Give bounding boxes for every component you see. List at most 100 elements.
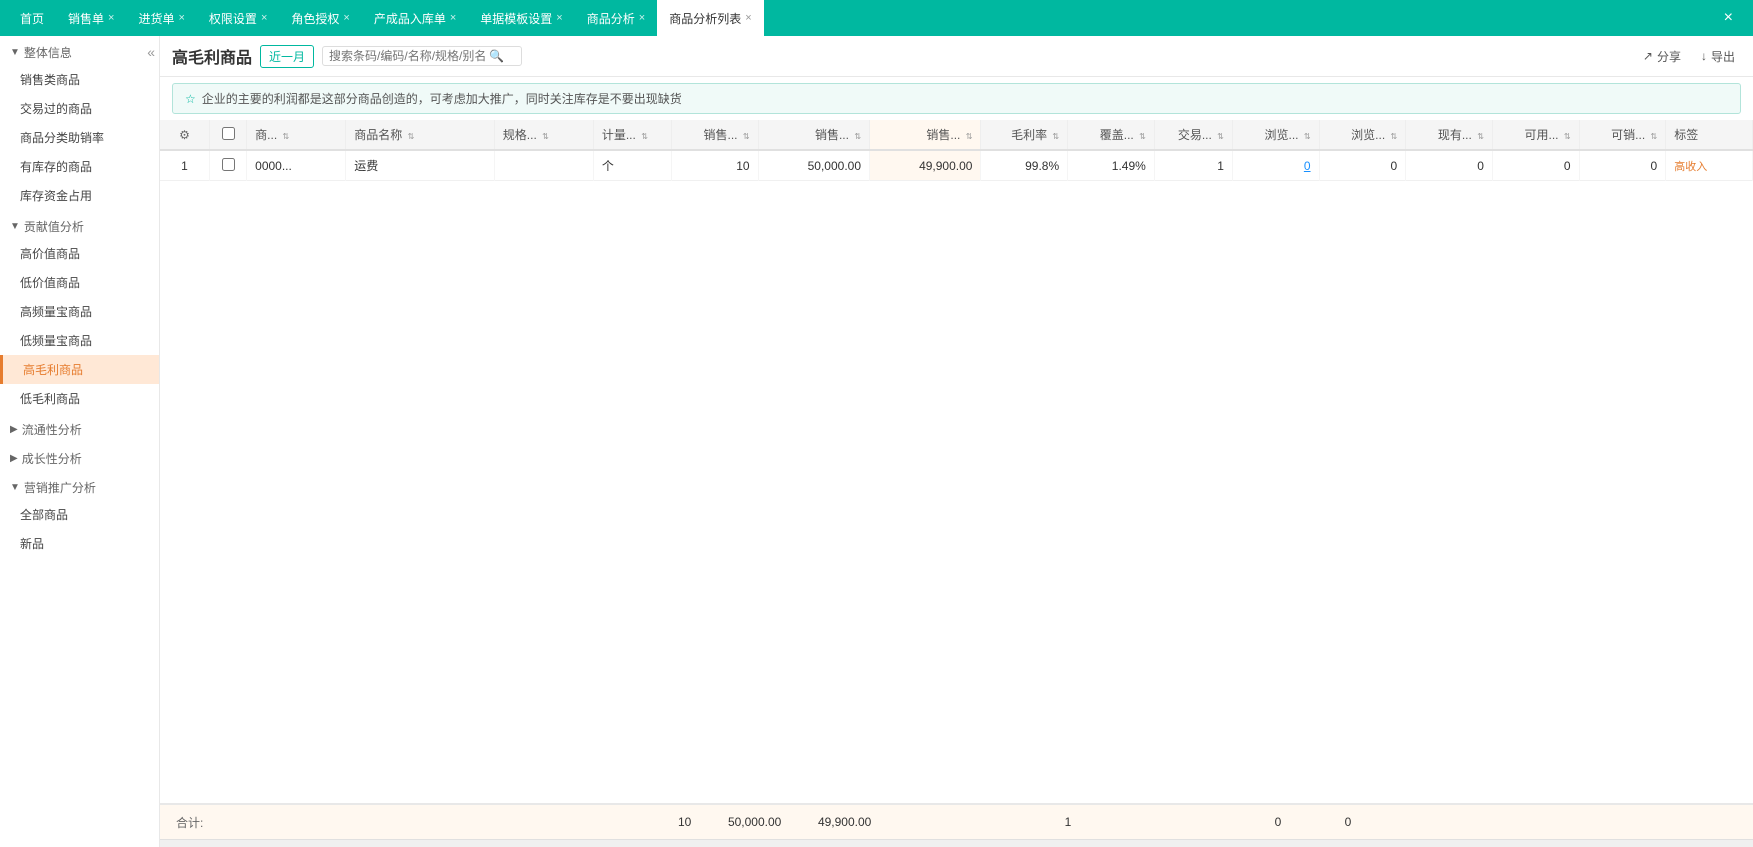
footer-summary: 合计: 10 50,000.00 49,900.00 1 0 0 — [160, 803, 1753, 839]
group-arrow-liquidity: ▶ — [10, 424, 18, 435]
sidebar-group-growth[interactable]: ▶ 成长性分析 — [0, 442, 159, 471]
sidebar-collapse-btn[interactable]: « — [147, 44, 155, 60]
nav-global-close[interactable]: × — [1712, 9, 1745, 27]
top-nav: 首页 销售单 × 进货单 × 权限设置 × 角色授权 × 产成品入库单 × 单据… — [0, 0, 1753, 36]
nav-template-settings[interactable]: 单据模板设置 × — [468, 0, 574, 36]
th-code[interactable]: 商... ⇅ — [247, 120, 346, 150]
sidebar-item-high-margin[interactable]: 高毛利商品 — [0, 355, 159, 384]
th-sale2[interactable]: 可销... ⇅ — [1579, 120, 1666, 150]
th-sale-cost[interactable]: 销售... ⇅ — [870, 120, 981, 150]
th-name[interactable]: 商品名称 ⇅ — [346, 120, 495, 150]
cell-sale-amt: 50,000.00 — [758, 150, 869, 181]
nav-close-analysis-list[interactable]: × — [745, 12, 751, 24]
footer-sale-cost: 49,900.00 — [789, 815, 879, 829]
cell-check[interactable] — [210, 150, 247, 181]
select-all-checkbox[interactable] — [222, 127, 235, 140]
sidebar-item-low-value[interactable]: 低价值商品 — [0, 268, 159, 297]
content-header: 高毛利商品 近一月 🔍 ↗ 分享 ↓ 导出 — [160, 36, 1753, 77]
nav-product-analysis[interactable]: 商品分析 × — [575, 0, 657, 36]
cell-stock1: 0 — [1406, 150, 1493, 181]
sidebar-item-low-freq-treasure[interactable]: 低频量宝商品 — [0, 326, 159, 355]
sidebar-item-low-margin[interactable]: 低毛利商品 — [0, 384, 159, 413]
share-button[interactable]: ↗ 分享 — [1637, 46, 1687, 67]
sidebar-item-high-freq-treasure[interactable]: 高频量宝商品 — [0, 297, 159, 326]
nav-close-analysis[interactable]: × — [639, 12, 645, 24]
sort-icon-sale-qty: ⇅ — [743, 132, 750, 141]
sort-icon-cover: ⇅ — [1139, 132, 1146, 141]
th-trade[interactable]: 交易... ⇅ — [1154, 120, 1232, 150]
sidebar-item-all-goods[interactable]: 全部商品 — [0, 500, 159, 529]
sidebar-item-category-rate[interactable]: 商品分类助销率 — [0, 123, 159, 152]
search-icon[interactable]: 🔍 — [489, 49, 504, 63]
th-profit-rate[interactable]: 毛利率 ⇅ — [981, 120, 1068, 150]
nav-close-role[interactable]: × — [343, 12, 349, 24]
nav-close-permission[interactable]: × — [261, 12, 267, 24]
sidebar: « ▼ 整体信息 销售类商品 交易过的商品 商品分类助销率 有库存的商品 库存资… — [0, 36, 160, 847]
horizontal-scrollbar[interactable] — [160, 839, 1753, 847]
nav-sales-order[interactable]: 销售单 × — [56, 0, 126, 36]
th-checkbox — [210, 120, 247, 150]
sort-icon-browse2: ⇅ — [1391, 132, 1398, 141]
footer-stock2: 0 — [1289, 815, 1359, 829]
nav-permission-settings[interactable]: 权限设置 × — [197, 0, 279, 36]
cell-trade: 1 — [1154, 150, 1232, 181]
group-arrow-overall: ▼ — [10, 47, 20, 58]
sidebar-item-new-goods[interactable]: 新品 — [0, 529, 159, 558]
cell-browse1[interactable]: 0 — [1232, 150, 1319, 181]
export-icon: ↓ — [1701, 49, 1707, 63]
th-stock2[interactable]: 可用... ⇅ — [1492, 120, 1579, 150]
export-button[interactable]: ↓ 导出 — [1695, 46, 1741, 67]
search-box: 🔍 — [322, 46, 522, 66]
cell-seq: 1 — [160, 150, 210, 181]
table-container: ⚙ 商... ⇅ 商品名称 ⇅ — [160, 120, 1753, 803]
sort-icon-unit: ⇅ — [641, 132, 648, 141]
th-tag[interactable]: 标签 — [1666, 120, 1753, 150]
th-sale-qty[interactable]: 销售... ⇅ — [671, 120, 758, 150]
cell-spec — [494, 150, 593, 181]
th-settings[interactable]: ⚙ — [160, 120, 210, 150]
th-stock1[interactable]: 现有... ⇅ — [1406, 120, 1493, 150]
share-icon: ↗ — [1643, 49, 1653, 63]
sidebar-item-high-value[interactable]: 高价值商品 — [0, 239, 159, 268]
th-browse2[interactable]: 浏览... ⇅ — [1319, 120, 1406, 150]
th-unit[interactable]: 计量... ⇅ — [593, 120, 671, 150]
sidebar-item-traded-goods[interactable]: 交易过的商品 — [0, 94, 159, 123]
th-browse1[interactable]: 浏览... ⇅ — [1232, 120, 1319, 150]
sort-icon-stock2: ⇅ — [1564, 132, 1571, 141]
cell-name: 运费 — [346, 150, 495, 181]
cell-sale-cost: 49,900.00 — [870, 150, 981, 181]
sort-icon-sale-cost: ⇅ — [966, 132, 973, 141]
footer-stock1: 0 — [1219, 815, 1289, 829]
sidebar-group-overall[interactable]: ▼ 整体信息 — [0, 36, 159, 65]
sidebar-group-contribution[interactable]: ▼ 贡献值分析 — [0, 210, 159, 239]
nav-close-sales[interactable]: × — [108, 12, 114, 24]
nav-close-inbound[interactable]: × — [450, 12, 456, 24]
settings-icon[interactable]: ⚙ — [179, 128, 190, 142]
nav-home[interactable]: 首页 — [8, 0, 56, 36]
sidebar-item-in-stock-goods[interactable]: 有库存的商品 — [0, 152, 159, 181]
sidebar-group-marketing[interactable]: ▼ 营销推广分析 — [0, 471, 159, 500]
footer-sale-amt: 50,000.00 — [699, 815, 789, 829]
nav-close-template[interactable]: × — [556, 12, 562, 24]
sidebar-item-stock-capital[interactable]: 库存资金占用 — [0, 181, 159, 210]
sort-icon-browse1: ⇅ — [1304, 132, 1311, 141]
sort-icon-sale2: ⇅ — [1651, 132, 1658, 141]
nav-role-auth[interactable]: 角色授权 × — [279, 0, 361, 36]
nav-close-purchase[interactable]: × — [178, 12, 184, 24]
cell-code[interactable]: 0000... — [247, 150, 346, 181]
th-sale-amt[interactable]: 销售... ⇅ — [758, 120, 869, 150]
sidebar-item-sales-goods[interactable]: 销售类商品 — [0, 65, 159, 94]
page-title: 高毛利商品 — [172, 44, 252, 68]
nav-product-inbound[interactable]: 产成品入库单 × — [362, 0, 468, 36]
row-checkbox[interactable] — [222, 158, 235, 171]
nav-purchase-order[interactable]: 进货单 × — [126, 0, 196, 36]
th-cover[interactable]: 覆盖... ⇅ — [1068, 120, 1155, 150]
info-icon: ☆ — [185, 92, 196, 106]
nav-product-analysis-list[interactable]: 商品分析列表 × — [657, 0, 763, 36]
search-input[interactable] — [329, 49, 489, 63]
cell-sale-qty: 10 — [671, 150, 758, 181]
sidebar-group-liquidity[interactable]: ▶ 流通性分析 — [0, 413, 159, 442]
th-spec[interactable]: 规格... ⇅ — [494, 120, 593, 150]
time-filter-button[interactable]: 近一月 — [260, 45, 314, 68]
cell-tag: 高收入 — [1666, 150, 1753, 181]
